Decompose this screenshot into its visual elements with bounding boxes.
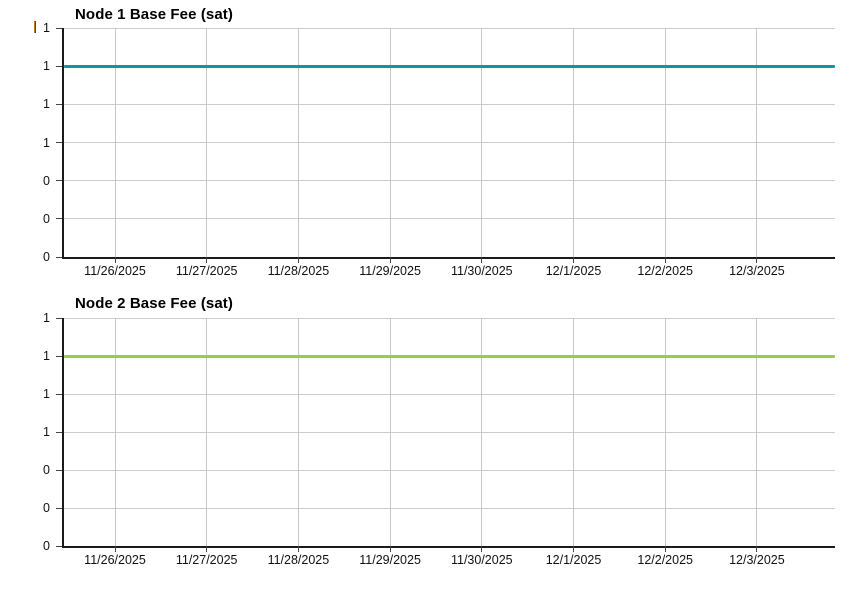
y-tick-label: 1 bbox=[43, 425, 50, 439]
x-tick-mark bbox=[756, 546, 758, 552]
series-line-1 bbox=[64, 64, 835, 68]
series-line-2 bbox=[64, 354, 835, 358]
chart-title-node-2: Node 2 Base Fee (sat) bbox=[75, 295, 233, 312]
y-tick-mark bbox=[56, 355, 62, 357]
x-tick-mark bbox=[297, 546, 299, 552]
y-tick-label: 0 bbox=[43, 463, 50, 477]
x-gridline bbox=[389, 28, 391, 257]
x-tick-label: 11/29/2025 bbox=[359, 553, 421, 567]
x-tick-mark bbox=[389, 546, 391, 552]
x-tick-mark bbox=[297, 257, 299, 263]
y-gridline bbox=[64, 180, 835, 182]
y-gridline bbox=[64, 218, 835, 220]
y-tick-label: 1 bbox=[43, 97, 50, 112]
y-tick-mark bbox=[56, 65, 62, 67]
caret-fringe-right bbox=[35, 21, 36, 33]
x-gridline bbox=[206, 28, 208, 257]
x-tick-label: 11/29/2025 bbox=[359, 264, 421, 278]
y-tick-label: 1 bbox=[43, 135, 50, 150]
x-tick-mark bbox=[481, 546, 483, 552]
y-gridline bbox=[64, 142, 835, 143]
y-gridline bbox=[64, 507, 835, 509]
y-tick-mark bbox=[56, 431, 62, 433]
x-tick-label: 11/27/2025 bbox=[175, 264, 238, 278]
x-tick-label: 11/30/2025 bbox=[450, 553, 513, 567]
x-gridline bbox=[114, 28, 116, 257]
y-tick-mark bbox=[56, 103, 62, 105]
y-gridline bbox=[64, 469, 835, 471]
x-gridline bbox=[206, 318, 208, 546]
x-tick-label: 11/28/2025 bbox=[267, 553, 330, 567]
y-tick-mark bbox=[56, 469, 62, 471]
x-gridline bbox=[756, 318, 758, 546]
y-tick-mark bbox=[56, 142, 62, 143]
x-tick-label: 12/2/2025 bbox=[637, 553, 693, 567]
y-tick-mark bbox=[56, 218, 62, 220]
y-tick-mark bbox=[56, 393, 62, 395]
x-tick-label: 11/27/2025 bbox=[175, 553, 238, 567]
y-tick-label: 1 bbox=[43, 311, 50, 325]
y-gridline bbox=[64, 103, 835, 105]
y-gridline bbox=[64, 317, 835, 319]
x-gridline bbox=[481, 28, 483, 257]
x-tick-mark bbox=[206, 257, 208, 263]
y-tick-label: 1 bbox=[43, 59, 50, 74]
plot-area-node-1: 1 1 1 1 0 0 0 11/26/2025 11/27/2025 11/28/2025 11/… bbox=[43, 21, 835, 278]
x-gridline bbox=[389, 318, 391, 546]
x-tick-label: 12/3/2025 bbox=[729, 553, 785, 567]
x-tick-mark bbox=[481, 257, 483, 263]
x-tick-label: 12/1/2025 bbox=[545, 264, 602, 278]
x-gridline bbox=[664, 318, 666, 546]
y-tick-label: 1 bbox=[43, 349, 50, 363]
x-tick-mark bbox=[756, 257, 758, 263]
x-tick-label: 12/3/2025 bbox=[729, 264, 785, 278]
y-tick-mark bbox=[56, 27, 62, 29]
x-gridline bbox=[297, 28, 299, 257]
x-tick-mark bbox=[389, 257, 391, 263]
x-tick-label: 11/26/2025 bbox=[84, 264, 146, 278]
y-tick-label: 1 bbox=[43, 387, 50, 401]
x-gridline bbox=[756, 28, 758, 257]
base-fee-dashboard: Node 1 Base Fee (sat) 1 1 1 1 0 0 0 11/26/2025 1… bbox=[0, 0, 860, 600]
y-tick-label: 0 bbox=[43, 211, 50, 226]
y-tick-label: 0 bbox=[43, 173, 50, 188]
x-tick-mark bbox=[664, 257, 666, 263]
x-gridline bbox=[114, 318, 116, 546]
y-tick-mark bbox=[56, 256, 62, 258]
x-gridline bbox=[481, 318, 483, 546]
y-tick-mark bbox=[56, 545, 62, 547]
x-tick-mark bbox=[206, 546, 208, 552]
x-gridline bbox=[573, 28, 574, 257]
chart-title-node-1: Node 1 Base Fee (sat) bbox=[75, 6, 233, 23]
x-gridline bbox=[297, 318, 299, 546]
y-gridline bbox=[64, 431, 835, 433]
x-gridline bbox=[573, 318, 574, 546]
y-tick-mark bbox=[56, 317, 62, 319]
y-tick-mark bbox=[56, 180, 62, 182]
y-gridline bbox=[64, 393, 835, 395]
x-tick-label: 11/26/2025 bbox=[84, 553, 146, 567]
plot-area-node-2: 1 1 1 1 0 0 0 11/26/2025 11/27/2025 11/28/2025 11/… bbox=[43, 311, 835, 567]
render-artifact-caret bbox=[34, 21, 36, 33]
x-tick-mark bbox=[573, 257, 574, 263]
x-gridline bbox=[664, 28, 666, 257]
y-tick-label: 0 bbox=[43, 539, 50, 553]
x-tick-mark bbox=[114, 546, 116, 552]
x-tick-mark bbox=[573, 546, 574, 552]
x-tick-mark bbox=[114, 257, 116, 263]
x-tick-mark bbox=[664, 546, 666, 552]
x-tick-label: 11/28/2025 bbox=[267, 264, 330, 278]
y-tick-mark bbox=[56, 507, 62, 509]
x-tick-label: 11/30/2025 bbox=[450, 264, 513, 278]
y-gridline bbox=[64, 27, 835, 29]
y-tick-label: 0 bbox=[43, 250, 50, 264]
y-tick-label: 0 bbox=[43, 501, 50, 515]
x-tick-label: 12/1/2025 bbox=[545, 553, 602, 567]
x-tick-label: 12/2/2025 bbox=[637, 264, 693, 278]
